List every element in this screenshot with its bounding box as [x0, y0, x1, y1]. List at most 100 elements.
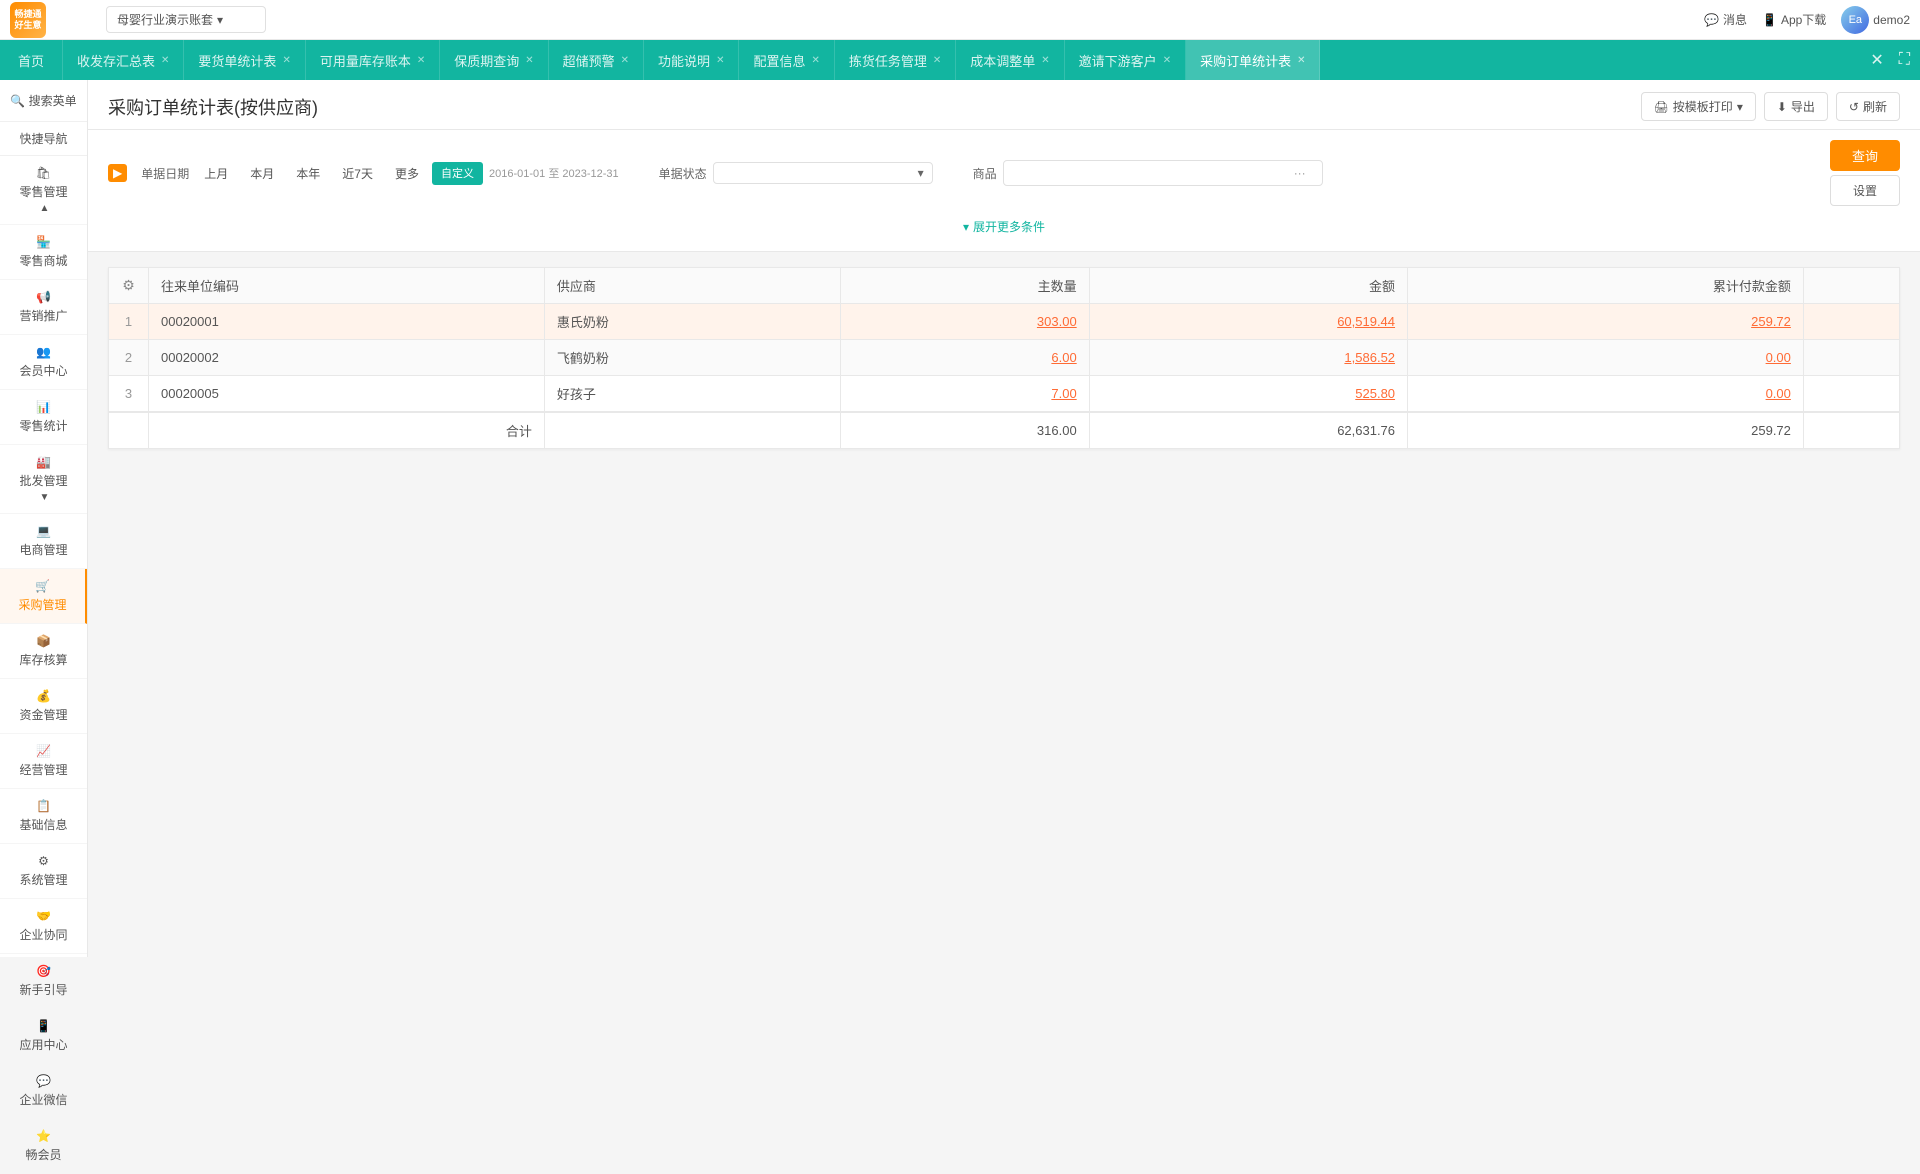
shortcut-this-month[interactable]: 本月 [241, 162, 283, 185]
cell-extra [1803, 340, 1899, 376]
tab-cost-label: 成本调整单 [970, 51, 1035, 70]
shortcut-7days[interactable]: 近7天 [333, 162, 382, 185]
sidebar-item-wechat[interactable]: 💬 企业微信 [0, 1064, 87, 1119]
sidebar-item-vip[interactable]: ⭐ 畅会员 [0, 1119, 87, 1174]
sidebar-item-app-center[interactable]: 📱 应用中心 [0, 1009, 87, 1064]
sidebar-item-member[interactable]: 👥 会员中心 [0, 335, 87, 390]
page-title: 采购订单统计表(按供应商) [108, 94, 318, 120]
shortcut-this-year[interactable]: 本年 [287, 162, 329, 185]
filter-bar: ▶ 单据日期 上月 本月 本年 近7天 更多 自定义 2016-01-01 至 … [88, 130, 1920, 252]
filter-date: 单据日期 上月 本月 本年 近7天 更多 自定义 2016-01-01 至 20… [141, 162, 618, 185]
expand-more-button[interactable]: ▾ 展开更多条件 [963, 212, 1045, 241]
filter-expand-toggle[interactable]: ▶ [108, 164, 127, 182]
filter-status: 单据状态 ▾ [659, 162, 933, 184]
tab-picking[interactable]: 拣货任务管理 ✕ [835, 40, 956, 80]
shortcut-more[interactable]: 更多 [386, 162, 428, 185]
tab-overstock[interactable]: 超储预警 ✕ [549, 40, 644, 80]
enterprise-icon: 🤝 [36, 909, 51, 923]
expand-more-row: ▾ 展开更多条件 [108, 212, 1900, 241]
sidebar-item-inventory[interactable]: 📦 库存核算 [0, 624, 87, 679]
tab-inventory-book-label: 可用量库存账本 [320, 51, 411, 70]
message-button[interactable]: 💬 消息 [1704, 11, 1747, 28]
sidebar-item-retail-manage[interactable]: 🛍 零售管理 ▲ [0, 156, 87, 225]
tab-quality[interactable]: 保质期查询 ✕ [440, 40, 548, 80]
tab-receive-send[interactable]: 收发存汇总表 ✕ [63, 40, 184, 80]
sidebar-search-label: 搜索英单 [29, 94, 77, 108]
paid-link[interactable]: 259.72 [1751, 314, 1791, 329]
query-button[interactable]: 查询 [1830, 140, 1900, 171]
qty-link[interactable]: 7.00 [1051, 386, 1076, 401]
tab-purchase-stats[interactable]: 采购订单统计表 ✕ [1186, 40, 1320, 80]
sidebar-item-finance[interactable]: 💰 资金管理 [0, 679, 87, 734]
cell-code: 00020005 [149, 376, 545, 413]
goods-input[interactable]: ··· [1003, 160, 1323, 186]
col-paid: 累计付款金额 [1408, 268, 1804, 304]
sidebar-item-retail-stats[interactable]: 📊 零售统计 [0, 390, 87, 445]
tab-purchase-stats-close[interactable]: ✕ [1297, 55, 1305, 66]
workspace-selector[interactable]: 母婴行业演示账套 ▾ [106, 6, 266, 33]
tab-function[interactable]: 功能说明 ✕ [644, 40, 739, 80]
tab-quality-close[interactable]: ✕ [525, 55, 533, 66]
settings-icon[interactable]: ⚙ [122, 277, 135, 293]
tab-invite-close[interactable]: ✕ [1163, 55, 1171, 66]
sidebar-item-retail-manage-label: 零售管理 [19, 183, 67, 200]
sidebar-item-enterprise[interactable]: 🤝 企业协同 [0, 899, 87, 954]
paid-link[interactable]: 0.00 [1766, 350, 1791, 365]
tab-fullscreen[interactable]: ⛶ [1894, 49, 1915, 71]
sidebar-nav-button[interactable]: 快捷导航 [0, 122, 87, 156]
tab-inventory-book[interactable]: 可用量库存账本 ✕ [306, 40, 440, 80]
page-header: 采购订单统计表(按供应商) 🖨 按模板打印 ▾ ⬇ 导出 ↺ 刷新 [88, 80, 1920, 130]
table-row: 2 00020002 飞鹤奶粉 6.00 1,586.52 0.00 [109, 340, 1900, 376]
tab-invite[interactable]: 邀请下游客户 ✕ [1065, 40, 1186, 80]
status-select[interactable]: ▾ [713, 162, 933, 184]
shortcut-last-month[interactable]: 上月 [195, 162, 237, 185]
tab-inventory-book-close[interactable]: ✕ [417, 55, 425, 66]
user-profile[interactable]: Ea demo2 [1841, 6, 1910, 34]
tab-close-all[interactable]: ✕ [1865, 48, 1888, 72]
sidebar-item-guide[interactable]: 🎯 新手引导 [0, 954, 87, 1009]
sidebar-item-marketing[interactable]: 📢 营销推广 [0, 280, 87, 335]
tab-requisition-close[interactable]: ✕ [282, 55, 290, 66]
export-icon: ⬇ [1777, 100, 1787, 114]
amount-link[interactable]: 1,586.52 [1344, 350, 1395, 365]
cell-amount: 1,586.52 [1089, 340, 1407, 376]
sidebar-item-wholesale[interactable]: 🏭 批发管理 ▼ [0, 445, 87, 514]
amount-link[interactable]: 525.80 [1355, 386, 1395, 401]
app-download-button[interactable]: 📱 App下载 [1762, 11, 1826, 28]
status-label: 单据状态 [659, 165, 707, 182]
sidebar-item-system[interactable]: ⚙ 系统管理 [0, 844, 87, 899]
tab-config-close[interactable]: ✕ [811, 55, 819, 66]
paid-link[interactable]: 0.00 [1766, 386, 1791, 401]
sidebar-search-button[interactable]: 🔍 搜索英单 [8, 88, 79, 113]
finance-icon: 💰 [36, 689, 51, 703]
sidebar-item-ecommerce[interactable]: 💻 电商管理 [0, 514, 87, 569]
sidebar-item-purchase[interactable]: 🛒 采购管理 [0, 569, 87, 624]
tab-home[interactable]: 首页 [0, 40, 63, 80]
col-settings[interactable]: ⚙ [109, 268, 149, 304]
tab-picking-close[interactable]: ✕ [933, 55, 941, 66]
export-button[interactable]: ⬇ 导出 [1764, 92, 1828, 121]
refresh-button[interactable]: ↺ 刷新 [1836, 92, 1900, 121]
tab-requisition[interactable]: 要货单统计表 ✕ [184, 40, 305, 80]
goods-more-icon[interactable]: ··· [1286, 164, 1314, 182]
tab-function-close[interactable]: ✕ [716, 55, 724, 66]
message-icon: 💬 [1704, 13, 1719, 27]
sidebar-item-operations[interactable]: 📈 经营管理 [0, 734, 87, 789]
tab-overstock-close[interactable]: ✕ [621, 55, 629, 66]
sidebar-item-base-info[interactable]: 📋 基础信息 [0, 789, 87, 844]
settings-button[interactable]: 设置 [1830, 175, 1900, 206]
tab-cost[interactable]: 成本调整单 ✕ [956, 40, 1064, 80]
sidebar-item-retail-mall[interactable]: 🏪 零售商城 [0, 225, 87, 280]
tab-cost-close[interactable]: ✕ [1041, 55, 1049, 66]
print-button[interactable]: 🖨 按模板打印 ▾ [1641, 92, 1756, 121]
footer-supplier [544, 412, 840, 449]
tab-receive-send-close[interactable]: ✕ [161, 55, 169, 66]
tab-config[interactable]: 配置信息 ✕ [739, 40, 834, 80]
print-label: 按模板打印 [1673, 98, 1733, 115]
shortcut-custom[interactable]: 自定义 [432, 162, 483, 185]
amount-link[interactable]: 60,519.44 [1337, 314, 1395, 329]
print-dropdown-icon: ▾ [1737, 100, 1743, 114]
sidebar-item-ecommerce-label: 电商管理 [19, 541, 67, 558]
qty-link[interactable]: 6.00 [1051, 350, 1076, 365]
qty-link[interactable]: 303.00 [1037, 314, 1077, 329]
